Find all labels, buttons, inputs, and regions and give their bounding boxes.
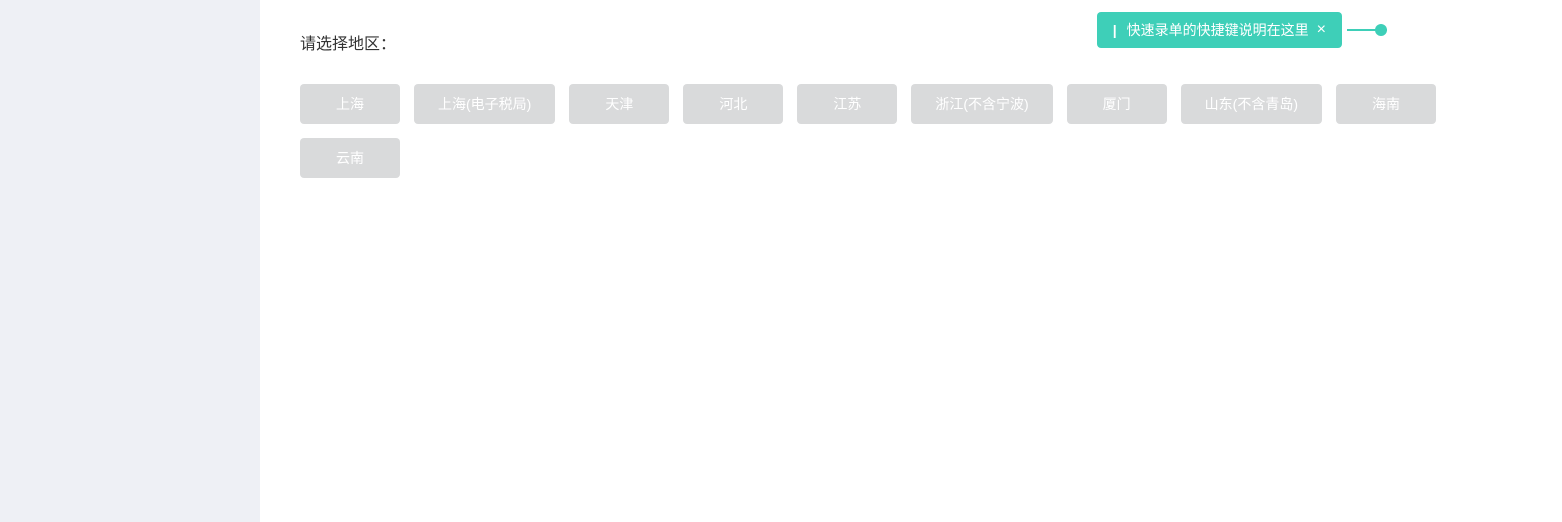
tooltip-dot (1375, 24, 1387, 36)
region-button[interactable]: 海南 (1336, 84, 1436, 124)
tooltip-banner: 快速录单的快捷键说明在这里 × (1097, 12, 1342, 48)
region-button[interactable]: 山东(不含青岛) (1181, 84, 1322, 124)
region-button[interactable]: 河北 (683, 84, 783, 124)
sidebar (0, 0, 260, 522)
region-button[interactable]: 天津 (569, 84, 669, 124)
region-button[interactable]: 浙江(不含宁波) (911, 84, 1052, 124)
region-button[interactable]: 云南 (300, 138, 400, 178)
tooltip-close-button[interactable]: × (1317, 22, 1326, 38)
region-button[interactable]: 上海(电子税局) (414, 84, 555, 124)
region-button[interactable]: 江苏 (797, 84, 897, 124)
main-content: 请选择地区： 上海上海(电子税局)天津河北江苏浙江(不含宁波)厦门山东(不含青岛… (260, 0, 1562, 522)
region-grid: 上海上海(电子税局) 天津河北江苏浙江(不含宁波) 厦门山东(不含青岛) 海南云南 (300, 84, 1522, 178)
region-button[interactable]: 上海 (300, 84, 400, 124)
region-button[interactable]: 厦门 (1067, 84, 1167, 124)
tooltip-text: 快速录单的快捷键说明在这里 (1127, 20, 1309, 40)
